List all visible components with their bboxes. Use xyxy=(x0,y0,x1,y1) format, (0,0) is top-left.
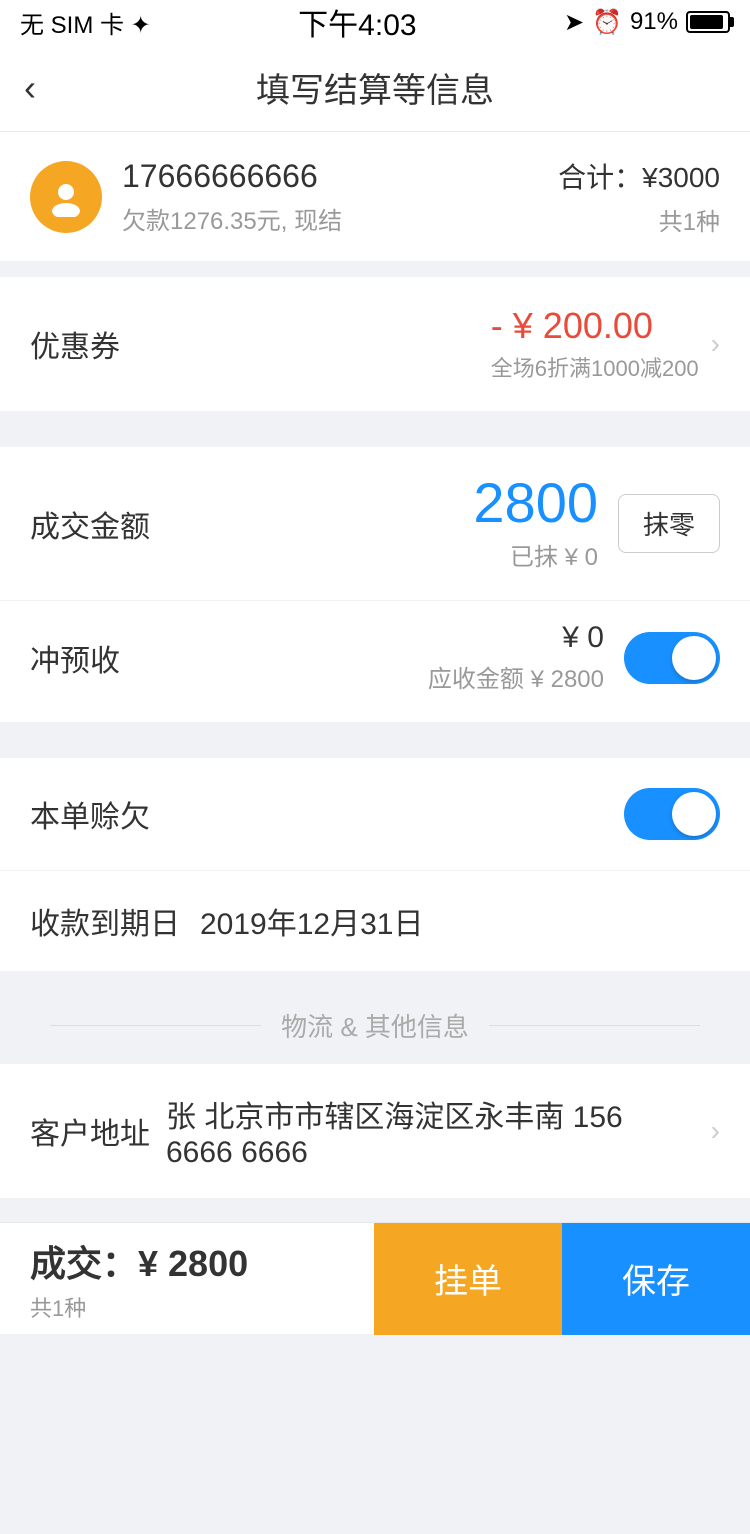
amount-row: 成交金额 2800 已抹 ¥ 0 抹零 xyxy=(0,447,750,600)
due-label: 收款到期日 xyxy=(30,899,180,943)
bottom-bar: 成交：¥ 2800 共1种 挂单 保存 xyxy=(0,1222,750,1334)
status-left: 无 SIM 卡 ✦ xyxy=(20,5,151,40)
customer-phone: 17666666666 xyxy=(122,158,342,195)
coupon-desc: 全场6折满1000减200 xyxy=(491,351,699,383)
avatar xyxy=(30,161,102,233)
page-title: 填写结算等信息 xyxy=(256,63,494,112)
customer-left: 17666666666 欠款1276.35元, 现结 xyxy=(30,158,342,236)
bottom-deal: 成交：¥ 2800 xyxy=(30,1235,344,1287)
round-button[interactable]: 抹零 xyxy=(618,494,720,553)
coupon-label: 优惠券 xyxy=(30,322,120,366)
logistics-header: 物流 & 其他信息 xyxy=(0,987,750,1064)
customer-right: 合计：¥3000 共1种 xyxy=(558,156,720,237)
amount-erased: 已抹 ¥ 0 xyxy=(473,537,598,572)
address-section[interactable]: 客户地址 张 北京市市辖区海淀区永丰南 156 6666 6666 › xyxy=(0,1064,750,1198)
due-date: 2019年12月31日 xyxy=(200,899,423,943)
save-button[interactable]: 保存 xyxy=(562,1223,750,1335)
customer-count: 共1种 xyxy=(558,202,720,237)
bottom-deal-amount: ¥ 2800 xyxy=(138,1243,248,1284)
back-button[interactable]: ‹ xyxy=(24,67,36,109)
amount-value: 2800 xyxy=(473,475,598,531)
logistics-line-left xyxy=(50,1025,261,1026)
debt-toggle-knob xyxy=(672,792,716,836)
status-bar: 无 SIM 卡 ✦ 下午4:03 ➤ ⏰ 91% xyxy=(0,0,750,44)
debt-toggle[interactable] xyxy=(624,788,720,840)
alarm-icon: ⏰ xyxy=(592,8,622,37)
address-chevron-icon: › xyxy=(711,1115,720,1147)
due-row: 收款到期日 2019年12月31日 xyxy=(0,870,750,971)
address-row: 客户地址 张 北京市市辖区海淀区永丰南 156 6666 6666 › xyxy=(0,1064,750,1198)
bottom-deal-label: 成交： xyxy=(30,1243,138,1284)
location-icon: ➤ xyxy=(564,8,584,37)
prepay-value-block: ¥ 0 应收金额 ¥ 2800 xyxy=(428,621,604,694)
battery-percent: 91% xyxy=(630,8,678,36)
hang-button[interactable]: 挂单 xyxy=(374,1223,562,1335)
prepay-right: ¥ 0 应收金额 ¥ 2800 xyxy=(428,621,720,694)
prepay-amount: ¥ 0 xyxy=(428,621,604,655)
prepay-row: 冲预收 ¥ 0 应收金额 ¥ 2800 xyxy=(0,600,750,722)
amount-label: 成交金额 xyxy=(30,502,150,546)
bottom-count: 共1种 xyxy=(30,1291,344,1323)
status-time: 下午4:03 xyxy=(298,0,416,44)
customer-row: 17666666666 欠款1276.35元, 现结 合计：¥3000 共1种 xyxy=(0,132,750,261)
logistics-line-right xyxy=(489,1025,700,1026)
address-label: 客户地址 xyxy=(30,1109,150,1153)
coupon-amount: - ¥ 200.00 xyxy=(491,305,699,347)
prepay-label: 冲预收 xyxy=(30,636,120,680)
status-right: ➤ ⏰ 91% xyxy=(564,8,730,37)
coupon-row[interactable]: 优惠券 - ¥ 200.00 全场6折满1000减200 › xyxy=(0,277,750,411)
debt-label: 本单赊欠 xyxy=(30,792,150,836)
nav-bar: ‹ 填写结算等信息 xyxy=(0,44,750,132)
chevron-right-icon: › xyxy=(711,328,720,360)
amount-section: 成交金额 2800 已抹 ¥ 0 抹零 冲预收 ¥ 0 应收金额 ¥ 2800 xyxy=(0,447,750,722)
divider2 xyxy=(0,722,750,742)
customer-info: 17666666666 欠款1276.35元, 现结 xyxy=(122,158,342,236)
toggle-knob xyxy=(672,636,716,680)
bottom-summary: 成交：¥ 2800 共1种 xyxy=(0,1235,374,1323)
battery-icon xyxy=(686,11,730,33)
coupon-block: - ¥ 200.00 全场6折满1000减200 xyxy=(491,305,699,383)
customer-debt: 欠款1276.35元, 现结 xyxy=(122,201,342,236)
amount-right: 2800 已抹 ¥ 0 抹零 xyxy=(473,475,720,572)
divider xyxy=(0,427,750,447)
info-section: 本单赊欠 收款到期日 2019年12月31日 xyxy=(0,758,750,971)
sim-label: 无 SIM 卡 ✦ xyxy=(20,5,151,40)
coupon-right: - ¥ 200.00 全场6折满1000减200 › xyxy=(491,305,720,383)
prepay-toggle[interactable] xyxy=(624,632,720,684)
logistics-title: 物流 & 其他信息 xyxy=(281,1007,469,1044)
customer-total: 合计：¥3000 xyxy=(558,156,720,196)
address-value: 张 北京市市辖区海淀区永丰南 156 6666 6666 xyxy=(166,1092,695,1170)
debt-row: 本单赊欠 xyxy=(0,758,750,870)
amount-block: 2800 已抹 ¥ 0 xyxy=(473,475,598,572)
prepay-receivable: 应收金额 ¥ 2800 xyxy=(428,659,604,694)
